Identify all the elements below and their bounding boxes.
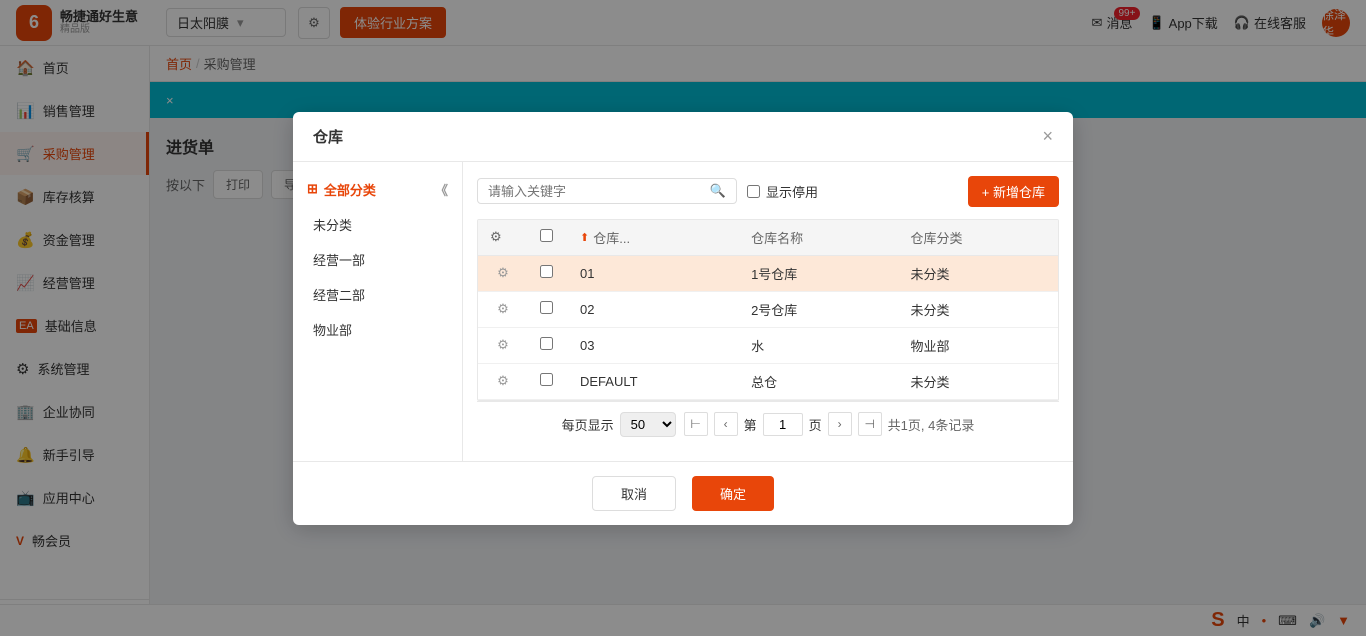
modal-header: 仓库 × <box>293 112 1073 162</box>
th-checkbox <box>528 220 568 256</box>
gear-icon[interactable]: ⚙ <box>497 265 509 280</box>
row-name-2: 2号仓库 <box>739 291 898 327</box>
disabled-checkbox[interactable] <box>747 185 760 198</box>
cancel-button[interactable]: 取消 <box>592 476 676 511</box>
row-check-2 <box>528 291 568 327</box>
first-page-button[interactable]: ⊢ <box>684 412 708 436</box>
gear-icon[interactable]: ⚙ <box>497 337 509 352</box>
next-page-button[interactable]: › <box>828 412 852 436</box>
row-code-3: 03 <box>568 327 739 363</box>
warehouse-table: ⚙ ⬆ 仓库... <box>477 219 1059 401</box>
modal-main: 🔍 显示停用 + 新增仓库 <box>463 162 1073 461</box>
row-cat-3: 物业部 <box>899 327 1058 363</box>
last-page-button[interactable]: ⊣ <box>858 412 882 436</box>
modal-sidebar-item-3[interactable]: 物业部 <box>293 312 462 347</box>
modal-sidebar-item-1[interactable]: 经营一部 <box>293 242 462 277</box>
row-check-4 <box>528 363 568 399</box>
row-code-4: DEFAULT <box>568 363 739 399</box>
grid-icon: ⊞ <box>307 181 318 197</box>
row-checkbox-1[interactable] <box>540 265 553 278</box>
modal-title: 仓库 <box>313 126 343 147</box>
th-gear: ⚙ <box>478 220 528 256</box>
modal-sidebar-item-2[interactable]: 经营二部 <box>293 277 462 312</box>
collapse-icon[interactable]: 《 <box>435 180 448 199</box>
page-size-dropdown[interactable]: 50 100 200 <box>620 412 676 437</box>
main-layout: 🏠 首页 📊 销售管理 🛒 采购管理 📦 库存核算 💰 资金管理 📈 经营管理 … <box>0 46 1366 636</box>
search-input[interactable] <box>488 184 704 199</box>
row-checkbox-3[interactable] <box>540 337 553 350</box>
row-name-4: 总仓 <box>739 363 898 399</box>
gear-icon[interactable]: ⚙ <box>497 301 509 316</box>
confirm-button[interactable]: 确定 <box>692 476 774 511</box>
table-header-row: ⚙ ⬆ 仓库... <box>478 220 1058 256</box>
show-disabled-checkbox[interactable]: 显示停用 <box>747 182 818 201</box>
main-content: 首页 / 采购管理 × 进货单 按以下 打印 导出 刷新 查询 设置 <box>150 46 1366 636</box>
row-name-1: 1号仓库 <box>739 255 898 291</box>
table-row: ⚙ 01 1号仓库 未分类 <box>478 255 1058 291</box>
modal-toolbar: 🔍 显示停用 + 新增仓库 <box>477 176 1059 207</box>
modal-sidebar-item-0[interactable]: 未分类 <box>293 207 462 242</box>
row-code-1: 01 <box>568 255 739 291</box>
modal-sidebar-header[interactable]: ⊞ 全部分类 《 <box>293 172 462 207</box>
settings-icon[interactable]: ⚙ <box>490 229 502 244</box>
row-gear-2: ⚙ <box>478 291 528 327</box>
table-row: ⚙ 02 2号仓库 未分类 <box>478 291 1058 327</box>
table-row: ⚙ DEFAULT 总仓 未分类 <box>478 363 1058 399</box>
add-warehouse-button[interactable]: + 新增仓库 <box>968 176 1059 207</box>
row-cat-2: 未分类 <box>899 291 1058 327</box>
prev-page-button[interactable]: ‹ <box>714 412 738 436</box>
gear-icon[interactable]: ⚙ <box>497 373 509 388</box>
row-check-1 <box>528 255 568 291</box>
modal-footer: 每页显示 50 100 200 ⊢ ‹ 第 <box>477 401 1059 447</box>
row-name-3: 水 <box>739 327 898 363</box>
row-checkbox-4[interactable] <box>540 373 553 386</box>
search-icon: 🔍 <box>710 183 726 199</box>
warehouse-modal: 仓库 × ⊞ 全部分类 《 未分类 经营一部 经营二部 <box>293 112 1073 525</box>
row-checkbox-2[interactable] <box>540 301 553 314</box>
row-gear-4: ⚙ <box>478 363 528 399</box>
page-size-select: 每页显示 50 100 200 <box>562 412 676 437</box>
row-gear-3: ⚙ <box>478 327 528 363</box>
modal-overlay: 仓库 × ⊞ 全部分类 《 未分类 经营一部 经营二部 <box>150 46 1366 636</box>
search-box: 🔍 <box>477 178 737 204</box>
modal-sidebar: ⊞ 全部分类 《 未分类 经营一部 经营二部 物业部 <box>293 162 463 461</box>
row-cat-1: 未分类 <box>899 255 1058 291</box>
page-number-input[interactable] <box>763 413 803 436</box>
page-info: 共1页, 4条记录 <box>888 415 975 434</box>
row-code-2: 02 <box>568 291 739 327</box>
page-nav: ⊢ ‹ 第 页 › ⊣ 共1页, 4条记录 <box>684 412 975 436</box>
modal-body: ⊞ 全部分类 《 未分类 经营一部 经营二部 物业部 <box>293 162 1073 461</box>
modal-actions: 取消 确定 <box>293 461 1073 525</box>
th-name: 仓库名称 <box>739 220 898 256</box>
row-check-3 <box>528 327 568 363</box>
th-code: ⬆ 仓库... <box>568 220 739 256</box>
table-row: ⚙ 03 水 物业部 <box>478 327 1058 363</box>
row-cat-4: 未分类 <box>899 363 1058 399</box>
row-gear-1: ⚙ <box>478 255 528 291</box>
th-category: 仓库分类 <box>899 220 1058 256</box>
modal-close-button[interactable]: × <box>1042 127 1053 145</box>
sort-icon: ⬆ <box>580 231 589 244</box>
select-all-checkbox[interactable] <box>540 229 553 242</box>
